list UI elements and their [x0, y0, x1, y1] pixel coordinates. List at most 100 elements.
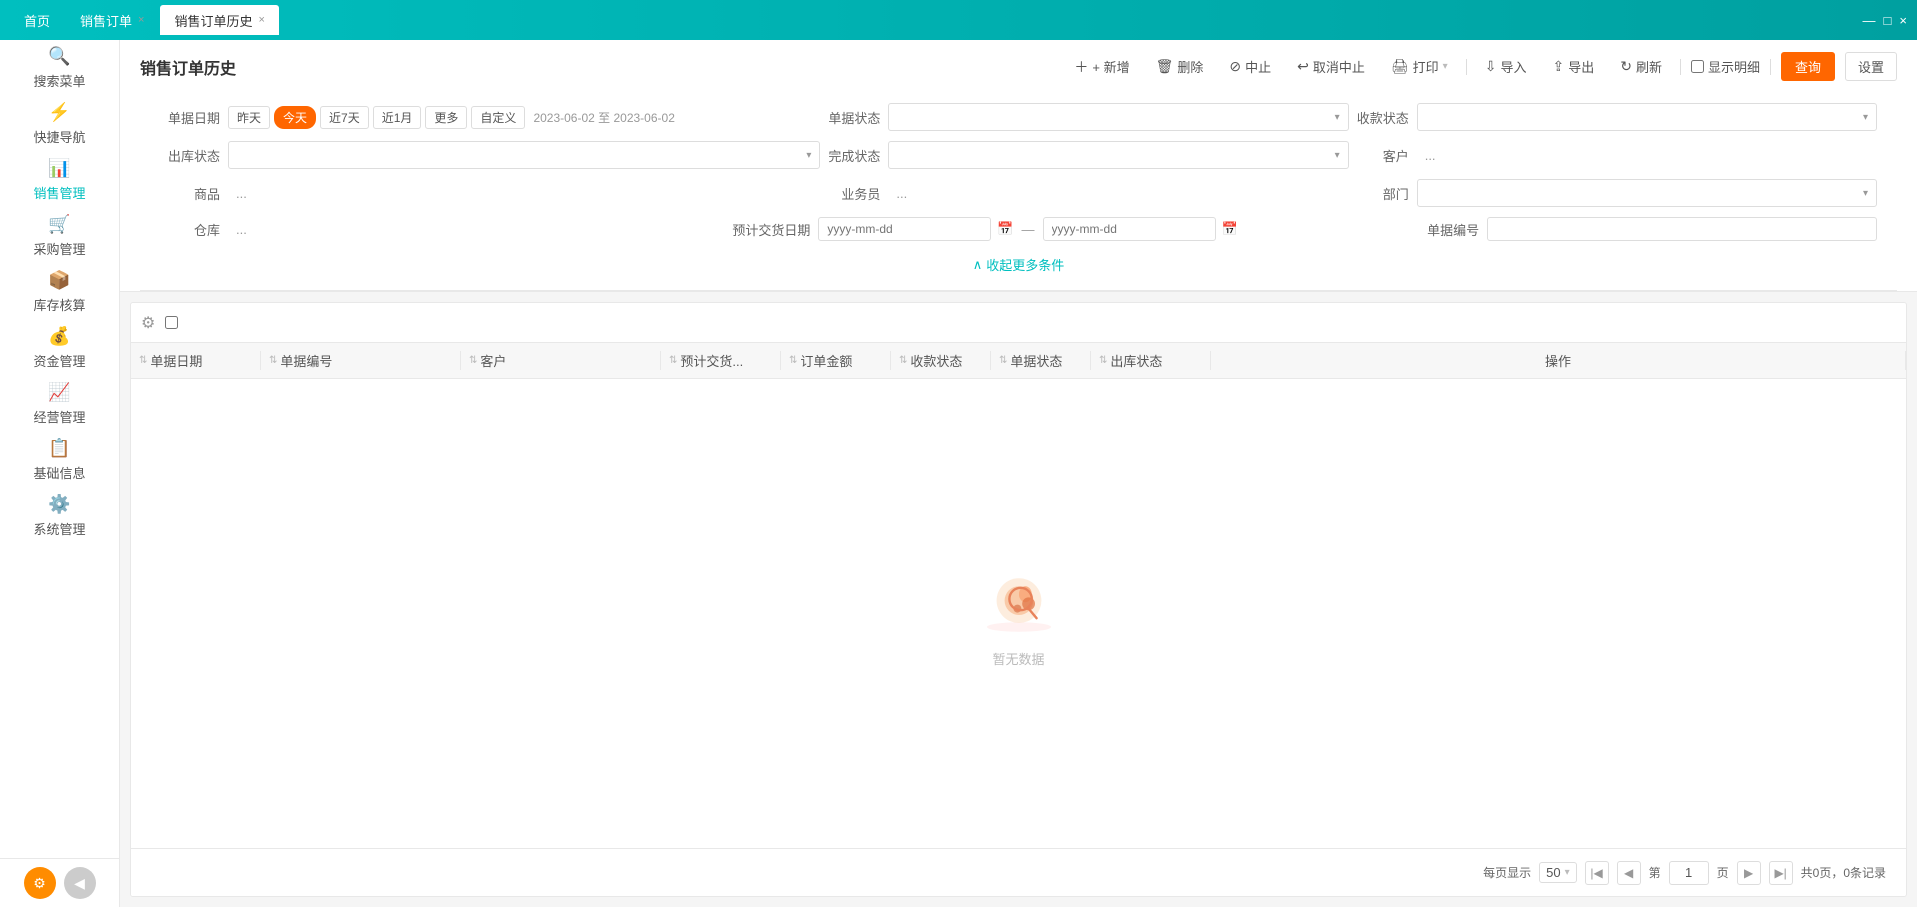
close-btn[interactable]: ×: [1899, 13, 1907, 28]
th-status-label: 单据状态: [1010, 351, 1062, 370]
completion-status-label: 完成状态: [820, 146, 880, 165]
delete-button[interactable]: 🗑 删除: [1148, 53, 1212, 80]
tab-sales-order-history[interactable]: 销售订单历史 ×: [160, 5, 278, 35]
sort-customer-icon[interactable]: ⇅: [469, 355, 477, 366]
custom-btn[interactable]: 自定义: [471, 106, 525, 129]
sidebar-item-operation[interactable]: 📈 经营管理: [0, 376, 119, 432]
date-control: 昨天 今天 近7天 近1月 更多 自定义 2023-06-02 至 2023-0…: [228, 106, 820, 129]
new-label: + 新增: [1092, 57, 1129, 76]
new-button[interactable]: ＋ + 新增: [1066, 53, 1137, 81]
pagination: 每页显示 50 ▾ |◀ ◀ 第 页 ▶ ▶| 共0页，0条记录: [131, 848, 1906, 896]
order-status-select[interactable]: ▾: [888, 103, 1348, 131]
last-page-btn[interactable]: ▶|: [1769, 861, 1793, 885]
basic-info-icon: 📋: [48, 438, 70, 459]
completion-status-select[interactable]: ▾: [888, 141, 1348, 169]
tab-home[interactable]: 首页: [10, 5, 64, 35]
sort-delivery-icon[interactable]: ⇅: [669, 355, 677, 366]
page-number-input[interactable]: [1669, 861, 1709, 885]
sidebar-item-purchase-mgmt[interactable]: 🛒 采购管理: [0, 208, 119, 264]
sidebar-item-finance[interactable]: 💰 资金管理: [0, 320, 119, 376]
calendar-to-icon[interactable]: 📅: [1222, 221, 1238, 237]
tab-sales-order-history-close[interactable]: ×: [258, 14, 264, 26]
yesterday-btn[interactable]: 昨天: [228, 106, 270, 129]
sort-status-icon[interactable]: ⇅: [999, 355, 1007, 366]
maximize-btn[interactable]: □: [1884, 13, 1892, 28]
customer-ellipsis-btn[interactable]: ...: [1417, 144, 1444, 167]
print-button[interactable]: 🖨 打印 ▾: [1383, 53, 1456, 80]
warehouse-status-select[interactable]: ▾: [228, 141, 820, 169]
tab-sales-order[interactable]: 销售订单 ×: [66, 5, 158, 35]
table-settings-icon[interactable]: ⚙: [141, 313, 155, 333]
last-month-btn[interactable]: 近1月: [373, 106, 422, 129]
refresh-label: 刷新: [1636, 57, 1662, 76]
last7-btn[interactable]: 近7天: [320, 106, 369, 129]
export-button[interactable]: ⇪ 导出: [1544, 53, 1602, 80]
delivery-date-to[interactable]: [1043, 217, 1216, 241]
sidebar-item-sales-mgmt[interactable]: 📊 销售管理: [0, 152, 119, 208]
sidebar-item-basic-info[interactable]: 📋 基础信息: [0, 432, 119, 488]
empty-illustration: [969, 559, 1069, 639]
sort-date-icon[interactable]: ⇅: [139, 355, 147, 366]
warehouse-ellipsis-btn[interactable]: ...: [228, 218, 255, 241]
calendar-from-icon[interactable]: 📅: [997, 221, 1013, 237]
total-info: 共0页，0条记录: [1801, 864, 1886, 881]
stop-button[interactable]: ⊘ 中止: [1221, 53, 1279, 80]
sidebar: 🔍 搜索菜单 ⚡ 快捷导航 📊 销售管理 🛒 采购管理 📦 库存核算 💰 资金管…: [0, 40, 120, 907]
collapse-more-btn[interactable]: ∧ 收起更多条件: [160, 251, 1877, 278]
department-control: ▾: [1417, 179, 1877, 207]
first-page-btn[interactable]: |◀: [1585, 861, 1609, 885]
sidebar-item-search-menu[interactable]: 🔍 搜索菜单: [0, 40, 119, 96]
warehouse-status-arrow-icon: ▾: [806, 150, 811, 161]
toolbar-divider-2: [1680, 59, 1681, 75]
customer-label: 客户: [1349, 146, 1409, 165]
delivery-date-from[interactable]: [818, 217, 991, 241]
toolbar: ＋ + 新增 🗑 删除 ⊘ 中止 ↩ 取消中止: [1066, 52, 1897, 81]
tab-bar: 首页 销售订单 × 销售订单历史 ×: [10, 5, 1863, 35]
sort-orderno-icon[interactable]: ⇅: [269, 355, 277, 366]
show-detail-checkbox[interactable]: [1691, 60, 1704, 73]
page-title: 销售订单历史: [140, 55, 236, 79]
minimize-btn[interactable]: —: [1863, 13, 1876, 28]
receipt-status-select[interactable]: ▾: [1417, 103, 1877, 131]
sidebar-item-inventory[interactable]: 📦 库存核算: [0, 264, 119, 320]
date-label: 单据日期: [160, 108, 220, 127]
sort-receipt-icon[interactable]: ⇅: [899, 355, 907, 366]
sidebar-collapse-btn[interactable]: ◀: [64, 867, 96, 899]
salesperson-label: 业务员: [820, 184, 880, 203]
sort-warehouse-icon[interactable]: ⇅: [1099, 355, 1107, 366]
filter-department: 部门 ▾: [1349, 179, 1877, 207]
sidebar-item-quick-nav[interactable]: ⚡ 快捷导航: [0, 96, 119, 152]
show-detail-checkbox-label[interactable]: 显示明细: [1691, 57, 1760, 76]
th-customer: ⇅ 客户: [461, 351, 661, 370]
import-button[interactable]: ⇩ 导入: [1477, 53, 1535, 80]
filter-warehouse-status: 出库状态 ▾: [160, 141, 820, 169]
page-title-row: 销售订单历史 ＋ + 新增 🗑 删除 ⊘ 中止 ↩: [140, 52, 1897, 81]
tab-sales-order-close[interactable]: ×: [138, 14, 144, 26]
salesperson-ellipsis-btn[interactable]: ...: [888, 182, 915, 205]
department-select[interactable]: ▾: [1417, 179, 1877, 207]
today-btn[interactable]: 今天: [274, 106, 316, 129]
select-all-checkbox[interactable]: [165, 316, 178, 329]
product-control: ...: [228, 182, 820, 205]
refresh-button[interactable]: ↻ 刷新: [1612, 53, 1670, 80]
product-ellipsis-btn[interactable]: ...: [228, 182, 255, 205]
sidebar-item-system[interactable]: ⚙️ 系统管理: [0, 488, 119, 544]
completion-status-control: ▾: [888, 141, 1348, 169]
warehouse-control: ...: [228, 218, 732, 241]
sort-amount-icon[interactable]: ⇅: [789, 355, 797, 366]
date-dash: —: [1018, 222, 1039, 237]
order-no-control: [1487, 217, 1877, 241]
settings-button[interactable]: 设置: [1845, 52, 1897, 81]
sidebar-settings-btn[interactable]: ⚙: [24, 867, 56, 899]
th-customer-label: 客户: [480, 351, 506, 370]
order-no-input[interactable]: [1487, 217, 1877, 241]
page-size-select[interactable]: 50 ▾: [1539, 862, 1577, 883]
sidebar-item-search-menu-label: 搜索菜单: [33, 71, 85, 90]
sidebar-item-basic-info-label: 基础信息: [33, 463, 85, 482]
query-button[interactable]: 查询: [1781, 52, 1835, 81]
cancel-stop-button[interactable]: ↩ 取消中止: [1289, 53, 1373, 80]
next-page-btn[interactable]: ▶: [1737, 861, 1761, 885]
more-btn[interactable]: 更多: [425, 106, 467, 129]
receipt-status-label: 收款状态: [1349, 108, 1409, 127]
prev-page-btn[interactable]: ◀: [1617, 861, 1641, 885]
